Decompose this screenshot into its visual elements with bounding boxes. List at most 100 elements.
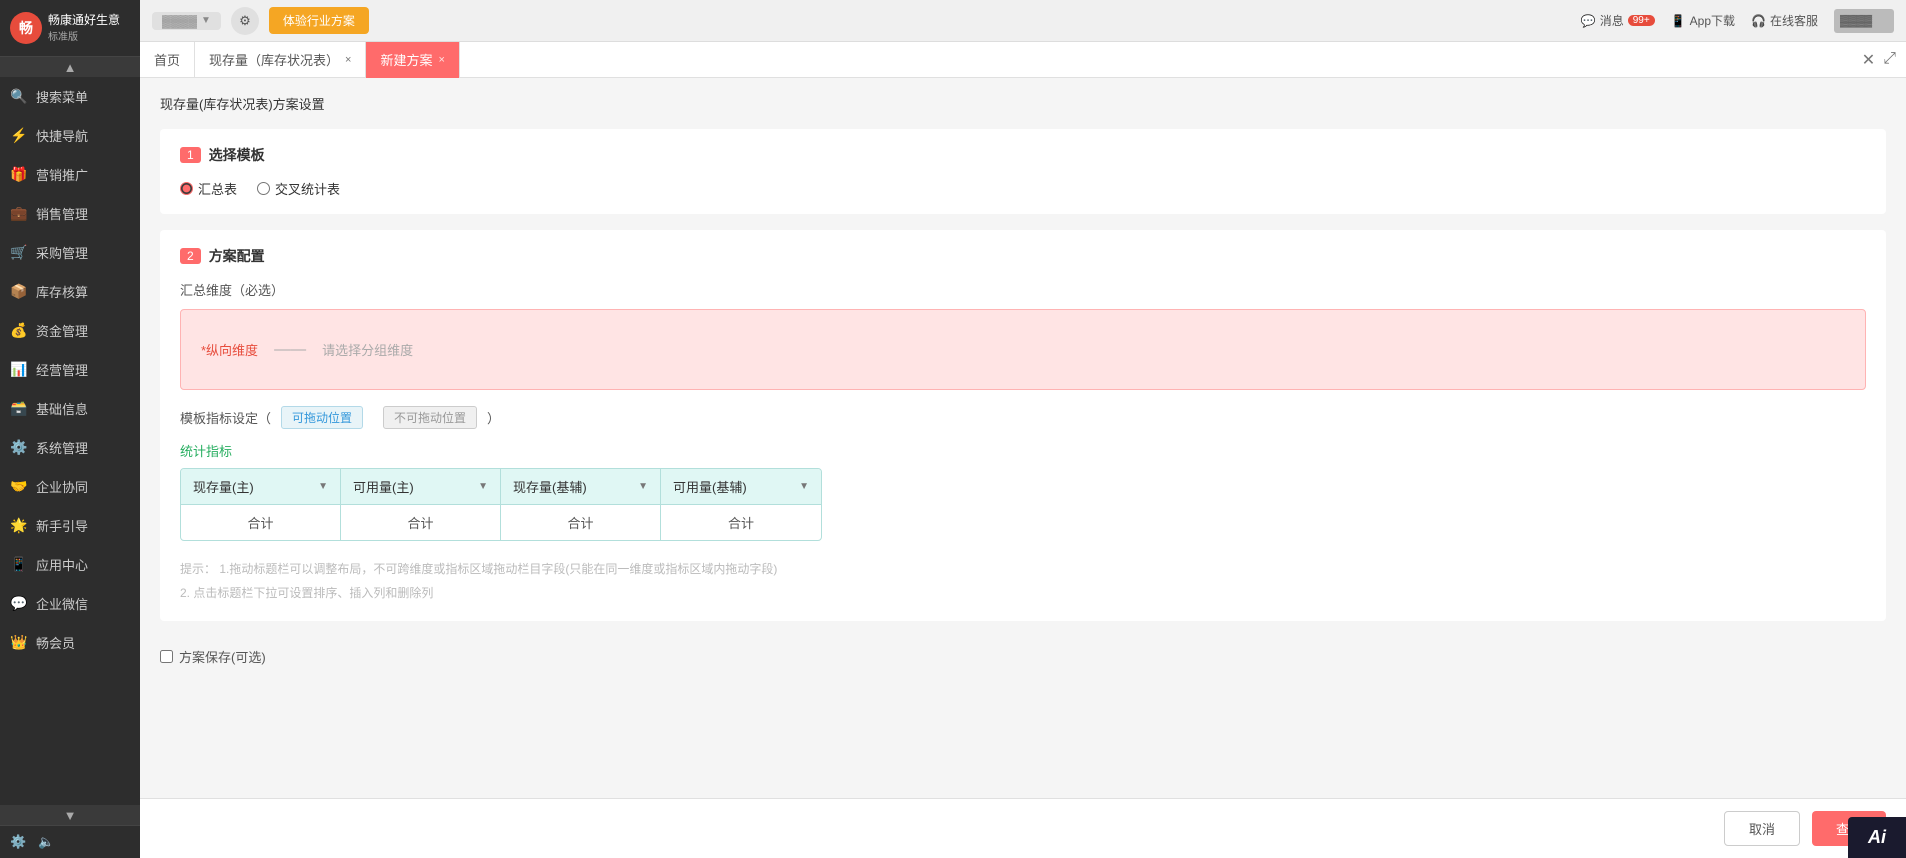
radio-summary-input[interactable] <box>180 182 193 195</box>
step2-section: 2 方案配置 汇总维度（必选） *纵向维度 —— 请选择分组维度 模板指标设定（… <box>160 230 1886 621</box>
marketing-icon: 🎁 <box>10 166 28 184</box>
step1-title: 选择模板 <box>209 145 265 165</box>
settings-icon[interactable]: ⚙️ <box>10 834 26 850</box>
expand-window-icon[interactable]: ⤢ <box>1883 50 1896 70</box>
main-area: ▓▓▓▓ ▼ ⚙ 体验行业方案 💬 消息 99+ 📱 App下载 🎧 在线客服 … <box>140 0 1906 858</box>
stats-col-2-header[interactable]: 可用量(主) ▼ <box>341 469 501 504</box>
chevron-down-icon-4[interactable]: ▼ <box>799 481 809 492</box>
finance-icon: 💰 <box>10 322 28 340</box>
stats-col-2-header-label: 可用量(主) <box>353 477 414 496</box>
scroll-up-button[interactable]: ▲ <box>0 57 140 77</box>
stats-title: 统计指标 <box>180 441 1866 460</box>
non-draggable-tag: 不可拖动位置 <box>383 406 477 429</box>
sidebar-item-label: 资金管理 <box>36 321 88 340</box>
stats-col-4-body: 合计 <box>661 505 821 540</box>
sidebar-item-inventory[interactable]: 📦 库存核算 <box>0 272 140 311</box>
system-icon: ⚙️ <box>10 439 28 457</box>
chevron-down-icon-3[interactable]: ▼ <box>638 481 648 492</box>
enterprise-icon: 🤝 <box>10 478 28 496</box>
tips-section: 提示： 1.拖动标题栏可以调整布局，不可跨维度或指标区域拖动栏目字段(只能在同一… <box>180 557 1866 605</box>
app-download-label: App下载 <box>1690 12 1735 29</box>
sidebar-item-system[interactable]: ⚙️ 系统管理 <box>0 428 140 467</box>
sidebar-item-label: 企业微信 <box>36 594 88 613</box>
online-service-button[interactable]: 🎧 在线客服 <box>1751 12 1818 29</box>
step1-badge: 1 <box>180 147 201 163</box>
save-checkbox[interactable] <box>160 650 173 663</box>
sidebar-item-label: 新手引导 <box>36 516 88 535</box>
dimension-label: 汇总维度（必选） <box>180 280 1866 299</box>
message-badge: 99+ <box>1628 15 1655 26</box>
message-button[interactable]: 💬 消息 99+ <box>1581 12 1655 29</box>
tips-item-2: 2. 点击标题栏下拉可设置排序、插入列和删除列 <box>180 581 1866 605</box>
sidebar-item-label: 销售管理 <box>36 204 88 223</box>
stats-col-4-header[interactable]: 可用量(基辅) ▼ <box>661 469 821 504</box>
app-edition: 标准版 <box>48 28 120 43</box>
operations-icon: 📊 <box>10 361 28 379</box>
draggable-tag: 可拖动位置 <box>281 406 363 429</box>
sidebar-item-label: 快捷导航 <box>36 126 88 145</box>
user-name: ▓▓▓▓ <box>162 14 197 28</box>
trial-button[interactable]: 体验行业方案 <box>269 7 369 34</box>
stats-col-3-header[interactable]: 现存量(基辅) ▼ <box>501 469 661 504</box>
sidebar-item-purchase[interactable]: 🛒 采购管理 <box>0 233 140 272</box>
stats-col-1-header-label: 现存量(主) <box>193 477 254 496</box>
sidebar-item-newbie[interactable]: 🌟 新手引导 <box>0 506 140 545</box>
cancel-button[interactable]: 取消 <box>1724 811 1800 846</box>
online-service-label: 在线客服 <box>1770 12 1818 29</box>
topbar-right: 💬 消息 99+ 📱 App下载 🎧 在线客服 ▓▓▓▓ <box>1581 9 1894 33</box>
step1-section: 1 选择模板 汇总表 交叉统计表 <box>160 129 1886 214</box>
chevron-down-icon-2[interactable]: ▼ <box>478 481 488 492</box>
sidebar-nav: 🔍 搜索菜单 ⚡ 快捷导航 🎁 营销推广 💼 销售管理 🛒 采购管理 📦 库存核… <box>0 77 140 805</box>
newbie-icon: 🌟 <box>10 517 28 535</box>
chevron-down-icon[interactable]: ▼ <box>201 15 211 26</box>
save-option[interactable]: 方案保存(可选) <box>160 637 1886 666</box>
sidebar-item-operations[interactable]: 📊 经营管理 <box>0 350 140 389</box>
close-window-icon[interactable]: ✕ <box>1862 50 1875 70</box>
step2-header: 2 方案配置 <box>180 246 1866 266</box>
sidebar: 畅 畅康通好生意 标准版 ▲ 🔍 搜索菜单 ⚡ 快捷导航 🎁 营销推广 💼 销售… <box>0 0 140 858</box>
sidebar-item-finance[interactable]: 💰 资金管理 <box>0 311 140 350</box>
sidebar-item-member[interactable]: 👑 畅会员 <box>0 623 140 662</box>
chevron-down-icon-1[interactable]: ▼ <box>318 481 328 492</box>
user-avatar[interactable]: ▓▓▓▓ <box>1834 9 1894 33</box>
stats-col-4-header-label: 可用量(基辅) <box>673 477 747 496</box>
dimension-box[interactable]: *纵向维度 —— 请选择分组维度 <box>180 309 1866 390</box>
topbar-gear-icon[interactable]: ⚙ <box>231 7 259 35</box>
sidebar-item-app-center[interactable]: 📱 应用中心 <box>0 545 140 584</box>
scroll-down-button[interactable]: ▼ <box>0 805 140 825</box>
sidebar-item-wechat[interactable]: 💬 企业微信 <box>0 584 140 623</box>
sidebar-item-label: 经营管理 <box>36 360 88 379</box>
quick-nav-icon: ⚡ <box>10 127 28 145</box>
audio-icon[interactable]: 🔈 <box>38 834 54 850</box>
tab-home-label: 首页 <box>154 50 180 69</box>
sidebar-item-sales[interactable]: 💼 销售管理 <box>0 194 140 233</box>
message-icon: 💬 <box>1581 14 1596 28</box>
dimension-required: *纵向维度 <box>201 340 258 359</box>
radio-summary[interactable]: 汇总表 <box>180 179 237 198</box>
app-download-button[interactable]: 📱 App下载 <box>1671 12 1735 29</box>
indicator-label-prefix: 模板指标设定（ <box>180 408 271 427</box>
tab-new-scheme[interactable]: 新建方案 × <box>366 42 459 78</box>
sidebar-item-search[interactable]: 🔍 搜索菜单 <box>0 77 140 116</box>
tab-inventory-close[interactable]: × <box>345 54 351 66</box>
radio-cross-input[interactable] <box>257 182 270 195</box>
sidebar-item-label: 基础信息 <box>36 399 88 418</box>
template-radio-group: 汇总表 交叉统计表 <box>180 179 1866 198</box>
stats-col-1-header[interactable]: 现存量(主) ▼ <box>181 469 341 504</box>
save-option-label: 方案保存(可选) <box>179 647 266 666</box>
tab-home[interactable]: 首页 <box>140 42 195 78</box>
sidebar-item-basic[interactable]: 🗃️ 基础信息 <box>0 389 140 428</box>
indicator-label: 模板指标设定（ 可拖动位置 不可拖动位置 ） <box>180 406 1866 429</box>
sidebar-item-enterprise[interactable]: 🤝 企业协同 <box>0 467 140 506</box>
app-center-icon: 📱 <box>10 556 28 574</box>
sidebar-item-quick-nav[interactable]: ⚡ 快捷导航 <box>0 116 140 155</box>
radio-cross[interactable]: 交叉统计表 <box>257 179 340 198</box>
tab-inventory-label: 现存量（库存状况表） <box>209 50 339 69</box>
stats-col-3-header-label: 现存量(基辅) <box>513 477 587 496</box>
stats-col-1-body: 合计 <box>181 505 341 540</box>
stats-body-row: 合计 合计 合计 合计 <box>181 504 821 540</box>
sidebar-item-marketing[interactable]: 🎁 营销推广 <box>0 155 140 194</box>
tab-new-scheme-close[interactable]: × <box>438 54 444 66</box>
tab-inventory[interactable]: 现存量（库存状况表） × <box>195 42 366 78</box>
message-label: 消息 <box>1600 12 1624 29</box>
